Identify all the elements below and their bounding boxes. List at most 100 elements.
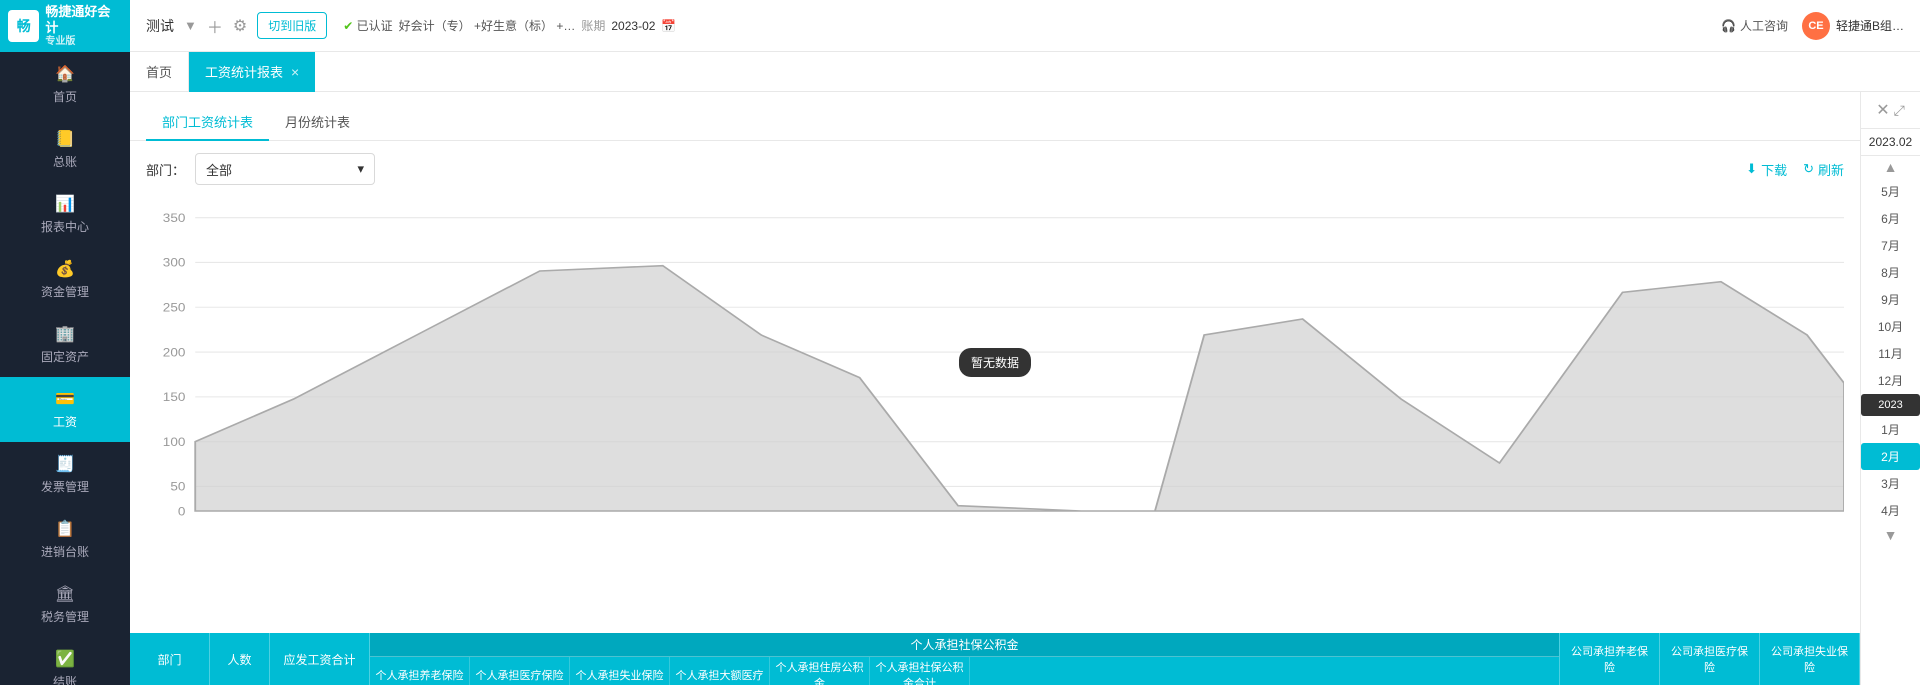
topbar-right: 🎧 人工咨询 CE 轻捷通B组… xyxy=(1721,12,1904,40)
svg-text:0: 0 xyxy=(178,505,186,518)
svg-text:300: 300 xyxy=(163,257,186,270)
report-icon: 📊 xyxy=(55,194,75,214)
sidebar-item-checkout[interactable]: ✅ 结账 xyxy=(0,637,130,685)
sidebar-item-capital[interactable]: 💰 资金管理 xyxy=(0,247,130,312)
table-header-公司承担医疗保险: 公司承担医疗保险 xyxy=(1660,633,1760,685)
logo-text: 畅捷通好会计 专业版 xyxy=(45,4,122,47)
main-area: 测试 ▼ ＋ ⚙ 切到旧版 ✔ 已认证 好会计（专） +好生意（标） +… 账期… xyxy=(130,0,1920,685)
sidebar-item-purchase[interactable]: 📋 进销台账 xyxy=(0,507,130,572)
topbar-settings-icon[interactable]: ⚙ xyxy=(233,16,247,36)
sidebar-label-invoice: 发票管理 xyxy=(41,478,89,495)
panel-close-icon[interactable]: ✕ xyxy=(1876,100,1889,120)
sidebar-item-report[interactable]: 📊 报表中心 xyxy=(0,182,130,247)
logo-main: 畅捷通好会计 xyxy=(45,4,122,35)
tab-salary-report[interactable]: 工资统计报表 × xyxy=(189,52,315,92)
user-menu[interactable]: CE 轻捷通B组… xyxy=(1802,12,1904,40)
sidebar-label-report: 报表中心 xyxy=(41,218,89,235)
sidebar: 畅 畅捷通好会计 专业版 🏠 首页 📒 总账 📊 报表中心 💰 资金管理 🏢 固… xyxy=(0,0,130,685)
table-sub-个人承担大额医疗: 个人承担大额医疗 xyxy=(670,657,770,685)
chart-area-fill xyxy=(195,266,1844,511)
svg-text:100: 100 xyxy=(163,436,186,449)
table-sub-个人承担医疗保险: 个人承担医疗保险 xyxy=(470,657,570,685)
capital-icon: 💰 xyxy=(55,259,75,279)
month-item-10月[interactable]: 10月 xyxy=(1861,313,1920,340)
sub-tab-部门工资统计表[interactable]: 部门工资统计表 xyxy=(146,104,269,141)
month-item-3月[interactable]: 3月 xyxy=(1861,470,1920,497)
month-item-7月[interactable]: 7月 xyxy=(1861,232,1920,259)
month-item-5月[interactable]: 5月 xyxy=(1861,178,1920,205)
dept-select[interactable]: 全部 ▾ xyxy=(195,153,375,185)
home-icon: 🏠 xyxy=(55,64,75,84)
tab-close-icon[interactable]: × xyxy=(291,64,299,80)
year-marker: 2023 xyxy=(1861,394,1920,416)
table-header-部门: 部门 xyxy=(130,633,210,685)
topbar-badges: ✔ 已认证 好会计（专） +好生意（标） +… 账期 2023-02 📅 xyxy=(343,17,676,34)
sidebar-item-salary[interactable]: 💳 工资 xyxy=(0,377,130,442)
sidebar-item-home[interactable]: 🏠 首页 xyxy=(0,52,130,117)
toolbar-left: 部门： 全部 ▾ xyxy=(146,153,375,185)
right-panel: ✕ ⤢ 2023.02 ▲ 5月6月7月8月9月10月11月12月20231月2… xyxy=(1860,92,1920,685)
sidebar-label-capital: 资金管理 xyxy=(41,283,89,300)
right-panel-top: ✕ ⤢ xyxy=(1861,92,1920,129)
month-item-1月[interactable]: 1月 xyxy=(1861,416,1920,443)
topbar-title: 测试 xyxy=(146,16,174,36)
sub-tab-月份统计表[interactable]: 月份统计表 xyxy=(269,104,366,141)
sidebar-item-ledger[interactable]: 📒 总账 xyxy=(0,117,130,182)
chart-area: 350 300 250 200 150 100 50 0 暂无数据 xyxy=(130,197,1860,633)
month-item-2月[interactable]: 2月 xyxy=(1861,443,1920,470)
toolbar: 部门： 全部 ▾ ⬇ 下载 ↻ 刷新 xyxy=(130,141,1860,197)
month-item-4月[interactable]: 4月 xyxy=(1861,497,1920,524)
certified-badge: ✔ 已认证 xyxy=(343,17,392,34)
svg-text:250: 250 xyxy=(163,301,186,314)
download-button[interactable]: ⬇ 下载 xyxy=(1746,160,1787,179)
svg-text:200: 200 xyxy=(163,346,186,359)
panel-down-button[interactable]: ▼ xyxy=(1881,524,1901,546)
svg-text:150: 150 xyxy=(163,391,186,404)
table-header-应发工资合计: 应发工资合计 xyxy=(270,633,370,685)
month-item-9月[interactable]: 9月 xyxy=(1861,286,1920,313)
toolbar-right: ⬇ 下载 ↻ 刷新 xyxy=(1746,160,1844,179)
sidebar-item-tax[interactable]: 🏛 税务管理 xyxy=(0,572,130,637)
table-group-subs: 个人承担养老保险个人承担医疗保险个人承担失业保险个人承担大额医疗个人承担住房公积… xyxy=(370,657,1559,685)
chevron-down-icon: ▾ xyxy=(357,161,364,177)
month-item-11月[interactable]: 11月 xyxy=(1861,340,1920,367)
table-footer: 部门人数应发工资合计个人承担社保公积金个人承担养老保险个人承担医疗保险个人承担失… xyxy=(130,633,1860,685)
table-sub-个人承担养老保险: 个人承担养老保险 xyxy=(370,657,470,685)
logo-icon: 畅 xyxy=(8,10,39,42)
tab-home[interactable]: 首页 xyxy=(130,52,189,92)
month-item-8月[interactable]: 8月 xyxy=(1861,259,1920,286)
purchase-icon: 📋 xyxy=(55,519,75,539)
sidebar-item-asset[interactable]: 🏢 固定资产 xyxy=(0,312,130,377)
chart-container: 350 300 250 200 150 100 50 0 暂无数据 xyxy=(146,207,1844,527)
month-item-12月[interactable]: 12月 xyxy=(1861,367,1920,394)
ledger-icon: 📒 xyxy=(55,129,75,149)
calendar-icon[interactable]: 📅 xyxy=(661,19,676,33)
checkout-icon: ✅ xyxy=(55,649,75,669)
service-button[interactable]: 🎧 人工咨询 xyxy=(1721,17,1788,34)
panel-up-button[interactable]: ▲ xyxy=(1881,156,1901,178)
switch-version-button[interactable]: 切到旧版 xyxy=(257,12,327,39)
topbar-arrow[interactable]: ▼ xyxy=(184,18,197,33)
sidebar-label-home: 首页 xyxy=(53,88,77,105)
tax-icon: 🏛 xyxy=(55,584,75,604)
invoice-icon: 🧾 xyxy=(55,454,75,474)
content-area: 部门工资统计表月份统计表 部门： 全部 ▾ ⬇ 下载 ↻ xyxy=(130,92,1920,685)
topbar-add-icon[interactable]: ＋ xyxy=(207,14,223,38)
year-label: 2023.02 xyxy=(1861,129,1920,156)
table-col-group-personal: 个人承担社保公积金个人承担养老保险个人承担医疗保险个人承担失业保险个人承担大额医… xyxy=(370,633,1560,685)
refresh-icon: ↻ xyxy=(1803,161,1814,177)
refresh-button[interactable]: ↻ 刷新 xyxy=(1803,160,1844,179)
period-label: 账期 xyxy=(581,17,605,34)
month-item-6月[interactable]: 6月 xyxy=(1861,205,1920,232)
sidebar-nav: 🏠 首页 📒 总账 📊 报表中心 💰 资金管理 🏢 固定资产 💳 工资 🧾 发票… xyxy=(0,52,130,685)
panel-expand-icon[interactable]: ⤢ xyxy=(1894,102,1905,119)
sidebar-label-ledger: 总账 xyxy=(53,153,77,170)
sidebar-label-purchase: 进销台账 xyxy=(41,543,89,560)
dept-value: 全部 xyxy=(206,160,232,179)
logo-sub: 专业版 xyxy=(45,36,122,48)
sidebar-item-invoice[interactable]: 🧾 发票管理 xyxy=(0,442,130,507)
table-sub-个人承担住房公积金: 个人承担住房公积金 xyxy=(770,657,870,685)
table-group-title: 个人承担社保公积金 xyxy=(370,633,1559,657)
svg-text:50: 50 xyxy=(170,481,185,494)
content-main: 部门工资统计表月份统计表 部门： 全部 ▾ ⬇ 下载 ↻ xyxy=(130,92,1860,685)
